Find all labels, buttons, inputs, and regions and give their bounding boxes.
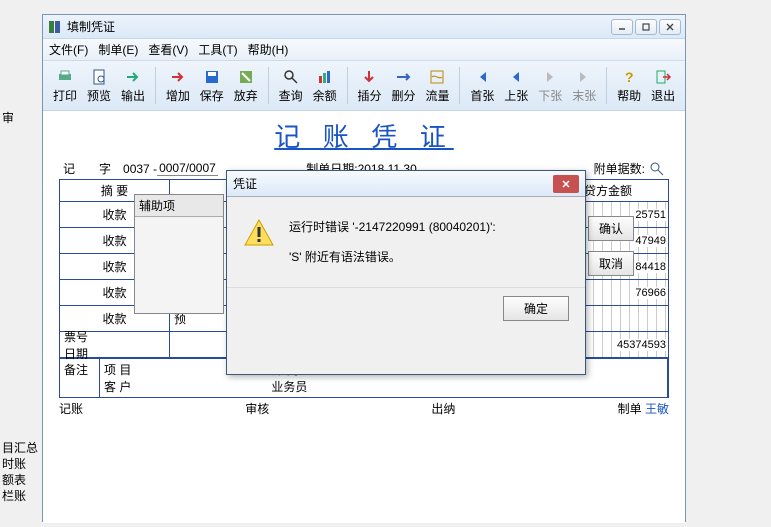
plus-icon — [167, 67, 189, 87]
menu-view[interactable]: 查看(V) — [148, 41, 188, 58]
signature-row: 记账 审核 出纳 制单 王敏 — [43, 398, 685, 419]
next-icon — [539, 67, 561, 87]
close-button[interactable] — [659, 19, 681, 35]
question-icon: ? — [618, 67, 640, 87]
prev-button[interactable]: 上张 — [502, 67, 530, 104]
maximize-button[interactable] — [635, 19, 657, 35]
save-icon — [201, 67, 223, 87]
insert-icon — [358, 67, 380, 87]
search-icon — [280, 67, 302, 87]
abandon-icon — [235, 67, 257, 87]
left-truncated-menu[interactable]: 审 目汇总 时账 额表 栏账 — [0, 440, 40, 504]
dialog-title: 凭证 — [233, 175, 553, 192]
menu-tool[interactable]: 工具(T) — [198, 41, 237, 58]
side-link[interactable]: 时账 — [0, 456, 40, 472]
zi-label: 字 — [99, 160, 111, 177]
insert-line-button[interactable]: 插分 — [356, 67, 384, 104]
minimize-button[interactable] — [611, 19, 633, 35]
voucher-title: 记 账 凭 证 — [43, 117, 685, 154]
first-icon — [471, 67, 493, 87]
dialog-titlebar: 凭证 — [227, 171, 585, 197]
side-link[interactable]: 额表 — [0, 472, 40, 488]
output-button[interactable]: 输出 — [119, 67, 147, 104]
maker-name: 王敏 — [645, 402, 669, 416]
abandon-button[interactable]: 放弃 — [232, 67, 260, 104]
menu-make[interactable]: 制单(E) — [98, 41, 138, 58]
save-button[interactable]: 保存 — [198, 67, 226, 104]
warning-icon — [243, 217, 275, 267]
app-icon — [47, 19, 63, 35]
first-button[interactable]: 首张 — [468, 67, 496, 104]
audit-label: 审核 — [245, 400, 269, 417]
delete-line-button[interactable]: 删分 — [389, 67, 417, 104]
dialog-ok-button[interactable]: 确定 — [503, 296, 569, 321]
exit-icon — [652, 67, 674, 87]
aux-items-title: 辅助项 — [135, 195, 223, 217]
export-icon — [122, 67, 144, 87]
last-button: 末张 — [570, 67, 598, 104]
printer-icon — [54, 67, 76, 87]
cashier-label: 出纳 — [431, 400, 455, 417]
print-button[interactable]: 打印 — [51, 67, 79, 104]
attach-label: 附单据数: — [594, 162, 645, 176]
balance-button[interactable]: 余额 — [311, 67, 339, 104]
add-button[interactable]: 增加 — [164, 67, 192, 104]
window-title: 填制凭证 — [67, 18, 611, 35]
side-label: 审 — [0, 110, 16, 126]
exit-button[interactable]: 退出 — [649, 67, 677, 104]
side-buttons: 确认 取消 — [588, 216, 634, 276]
preview-icon — [88, 67, 110, 87]
help-button[interactable]: ?帮助 — [615, 67, 643, 104]
menu-file[interactable]: 文件(F) — [49, 41, 88, 58]
menu-help[interactable]: 帮助(H) — [248, 41, 289, 58]
query-button[interactable]: 查询 — [277, 67, 305, 104]
ji-label: 记 — [63, 160, 75, 177]
last-icon — [573, 67, 595, 87]
error-dialog: 凭证 运行时错误 '-2147220991 (80040201)': 'S' 附… — [226, 170, 586, 375]
confirm-button[interactable]: 确认 — [588, 216, 634, 241]
toolbar: 打印 预览 输出 增加 保存 放弃 查询 余额 插分 删分 流量 首张 上张 下… — [43, 61, 685, 111]
dialog-message: 运行时错误 '-2147220991 (80040201)': 'S' 附近有语… — [289, 217, 496, 267]
flow-icon — [426, 67, 448, 87]
barchart-icon — [314, 67, 336, 87]
flow-button[interactable]: 流量 — [423, 67, 451, 104]
aux-items-panel: 辅助项 — [134, 194, 224, 314]
side-link[interactable]: 目汇总 — [0, 440, 40, 456]
dialog-close-button[interactable] — [553, 175, 579, 193]
delete-icon — [392, 67, 414, 87]
next-button: 下张 — [536, 67, 564, 104]
maker-label: 制单 — [618, 402, 642, 416]
svg-text:?: ? — [625, 69, 634, 85]
seq-value[interactable]: 0007/0007 — [157, 161, 218, 176]
titlebar: 填制凭证 — [43, 15, 685, 39]
menubar: 文件(F) 制单(E) 查看(V) 工具(T) 帮助(H) — [43, 39, 685, 61]
magnifier-icon[interactable] — [649, 161, 665, 177]
entry-label: 记账 — [59, 400, 83, 417]
prev-icon — [505, 67, 527, 87]
side-link[interactable]: 栏账 — [0, 488, 40, 504]
cancel-button[interactable]: 取消 — [588, 251, 634, 276]
seq-prefix: 0037 - — [123, 162, 157, 176]
preview-button[interactable]: 预览 — [85, 67, 113, 104]
